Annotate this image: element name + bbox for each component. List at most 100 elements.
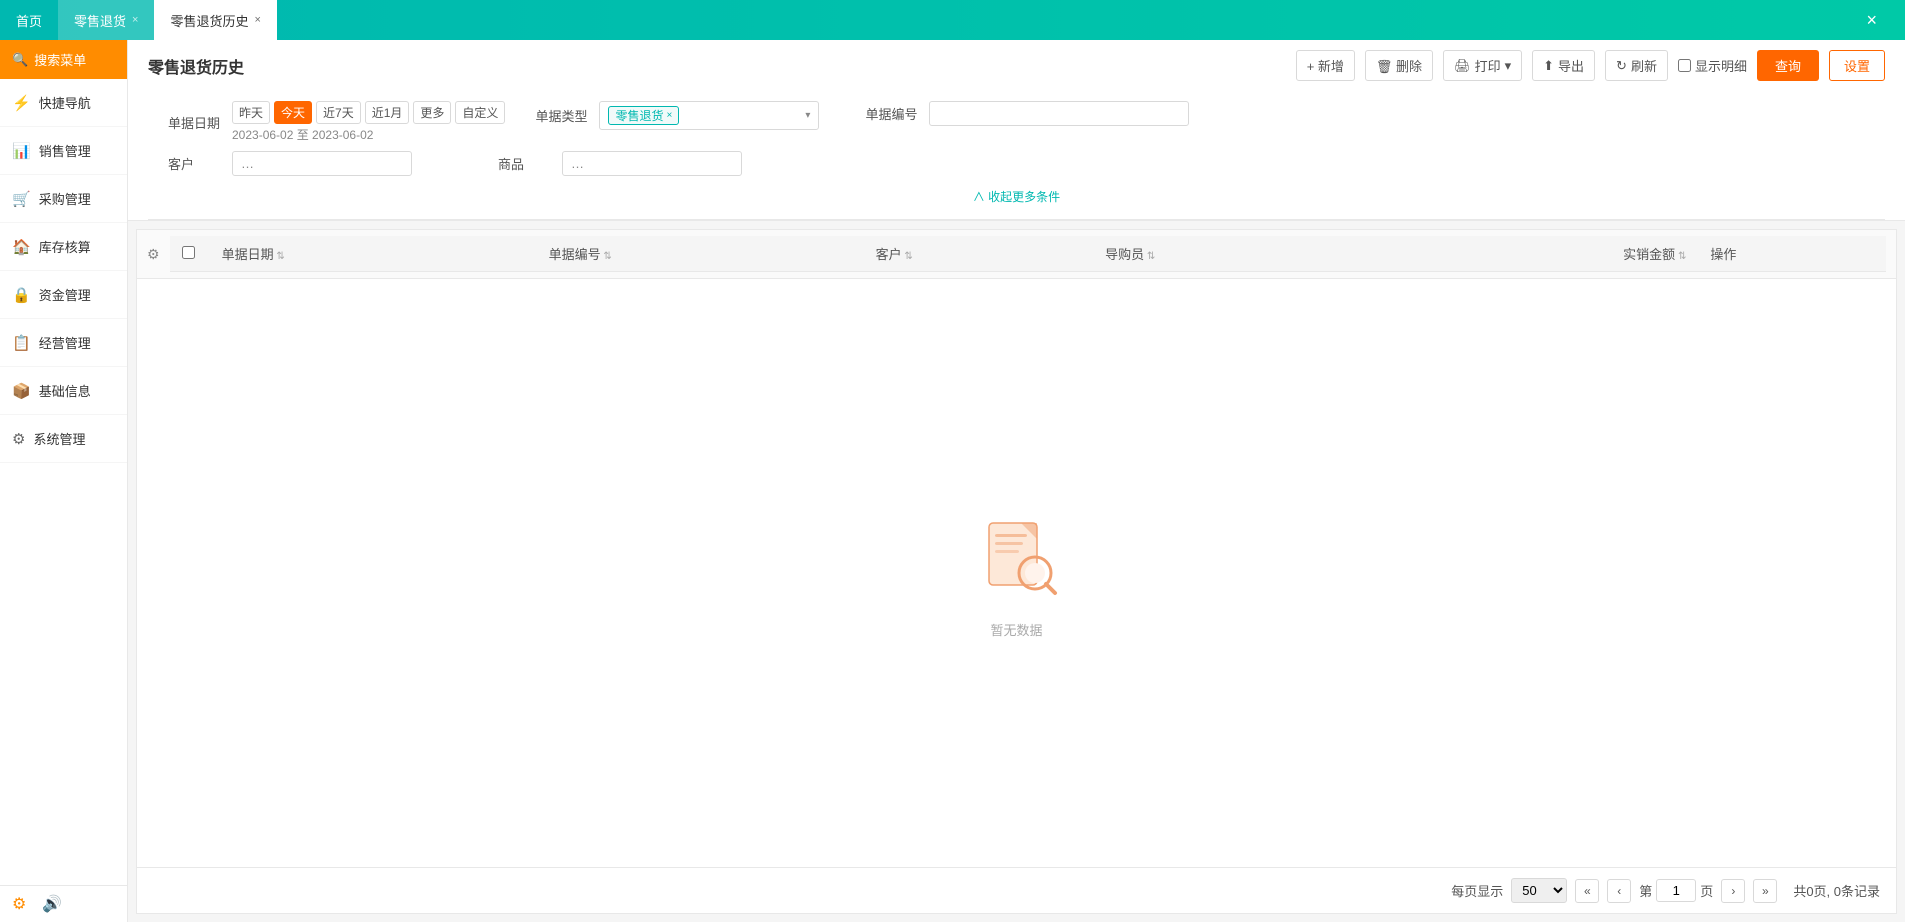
refresh-icon: ↻ bbox=[1616, 58, 1627, 74]
header-actions: + 新增 🗑 删除 🖨 打印 ▾ ⬆ 导出 ↻ 刷新 bbox=[1296, 50, 1885, 81]
table-container: ⚙ 单据日期 单据编号 客户 导购员 实销金额 操作 bbox=[136, 229, 1897, 914]
sidebar-item-operations[interactable]: 📋 经营管理 bbox=[0, 319, 127, 367]
new-button[interactable]: + 新增 bbox=[1296, 50, 1355, 81]
sidebar-item-base-info[interactable]: 📦 基础信息 bbox=[0, 367, 127, 415]
page-header: 零售退货历史 + 新增 🗑 删除 🖨 打印 ▾ ⬆ 导出 ↻ bbox=[128, 40, 1905, 221]
tab-retail-return[interactable]: 零售退货 × bbox=[58, 0, 154, 40]
doc-no-label: 单据编号 bbox=[865, 104, 921, 123]
th-doc-date[interactable]: 单据日期 bbox=[210, 236, 537, 272]
th-operation: 操作 bbox=[1698, 236, 1886, 272]
date-filter: 单据日期 昨天 今天 近7天 近1月 更多 自定义 2023-06-02 至 2… bbox=[168, 101, 505, 143]
goods-input[interactable]: … bbox=[562, 151, 742, 176]
doc-type-tag: 零售退货 × bbox=[608, 106, 679, 125]
th-checkbox bbox=[170, 236, 210, 272]
export-button[interactable]: ⬆ 导出 bbox=[1532, 50, 1595, 81]
print-button[interactable]: 🖨 打印 ▾ bbox=[1443, 50, 1522, 81]
per-page-select[interactable]: 20 50 100 bbox=[1511, 878, 1567, 903]
display-detail-toggle[interactable]: 显示明细 bbox=[1678, 56, 1747, 75]
sidebar-item-purchase-mgmt[interactable]: 🛒 采购管理 bbox=[0, 175, 127, 223]
date-btn-more[interactable]: 更多 bbox=[413, 101, 451, 124]
sidebar-bottom: ⚙ 🔊 bbox=[0, 885, 127, 922]
doc-no-filter: 单据编号 bbox=[865, 101, 1189, 126]
per-page-label: 每页显示 bbox=[1451, 881, 1503, 900]
sidebar-search[interactable]: 🔍 搜索菜单 bbox=[0, 40, 127, 79]
customer-filter: 客户 … bbox=[168, 151, 468, 176]
display-detail-checkbox[interactable] bbox=[1678, 59, 1691, 72]
sidebar-item-sys-mgmt[interactable]: ⚙ 系统管理 bbox=[0, 415, 127, 463]
empty-text: 暂无数据 bbox=[990, 620, 1042, 639]
finance-icon: 🔒 bbox=[12, 286, 31, 304]
th-actual-amount[interactable]: 实销金额 bbox=[1371, 236, 1698, 272]
data-table: 单据日期 单据编号 客户 导购员 实销金额 操作 bbox=[170, 236, 1886, 272]
doc-type-label: 单据类型 bbox=[535, 106, 591, 125]
date-btn-7days[interactable]: 近7天 bbox=[316, 101, 361, 124]
export-icon: ⬆ bbox=[1543, 58, 1554, 74]
empty-state: 暂无数据 bbox=[137, 279, 1896, 867]
next-page-btn[interactable]: › bbox=[1721, 879, 1745, 903]
prev-page-btn[interactable]: ‹ bbox=[1607, 879, 1631, 903]
main-layout: 🔍 搜索菜单 ⚡ 快捷导航 📊 销售管理 🛒 采购管理 🏠 库存核算 🔒 资金管… bbox=[0, 40, 1905, 922]
sidebar-item-quick-nav[interactable]: ⚡ 快捷导航 bbox=[0, 79, 127, 127]
sales-icon: 📊 bbox=[12, 142, 31, 160]
page-header-top: 零售退货历史 + 新增 🗑 删除 🖨 打印 ▾ ⬆ 导出 ↻ bbox=[148, 50, 1885, 91]
quick-nav-icon: ⚡ bbox=[12, 94, 31, 112]
date-btn-custom[interactable]: 自定义 bbox=[455, 101, 505, 124]
filter-row-1: 单据日期 昨天 今天 近7天 近1月 更多 自定义 2023-06-02 至 2… bbox=[168, 101, 1865, 143]
table-header-bar: ⚙ 单据日期 单据编号 客户 导购员 实销金额 操作 bbox=[137, 230, 1896, 279]
filter-area: 单据日期 昨天 今天 近7天 近1月 更多 自定义 2023-06-02 至 2… bbox=[148, 91, 1885, 220]
close-retail-return-history-tab[interactable]: × bbox=[254, 14, 260, 26]
inventory-icon: 🏠 bbox=[12, 238, 31, 256]
doc-type-filter: 单据类型 零售退货 × ▾ bbox=[535, 101, 835, 130]
volume-icon[interactable]: 🔊 bbox=[42, 894, 62, 914]
sys-icon: ⚙ bbox=[12, 430, 25, 448]
top-bar-right: × bbox=[1854, 10, 1905, 31]
doc-no-input[interactable] bbox=[929, 101, 1189, 126]
total-info: 共0页, 0条记录 bbox=[1793, 881, 1880, 900]
set-button[interactable]: 设置 bbox=[1829, 50, 1885, 81]
sidebar: 🔍 搜索菜单 ⚡ 快捷导航 📊 销售管理 🛒 采购管理 🏠 库存核算 🔒 资金管… bbox=[0, 40, 128, 922]
top-bar: 首页 零售退货 × 零售退货历史 × × bbox=[0, 0, 1905, 40]
first-page-btn[interactable]: « bbox=[1575, 879, 1599, 903]
date-filter-label: 单据日期 bbox=[168, 113, 224, 132]
pagination: 每页显示 20 50 100 « ‹ 第 页 › » 共0页, 0条记录 bbox=[137, 867, 1896, 913]
page-number-input[interactable] bbox=[1656, 879, 1696, 902]
tab-retail-return-history[interactable]: 零售退货历史 × bbox=[154, 0, 276, 40]
last-page-btn[interactable]: » bbox=[1753, 879, 1777, 903]
base-info-icon: 📦 bbox=[12, 382, 31, 400]
date-btn-1month[interactable]: 近1月 bbox=[365, 101, 410, 124]
th-customer[interactable]: 客户 bbox=[864, 236, 1094, 272]
table-settings-icon[interactable]: ⚙ bbox=[147, 246, 160, 263]
window-close-button[interactable]: × bbox=[1854, 10, 1889, 31]
date-btn-yesterday[interactable]: 昨天 bbox=[232, 101, 270, 124]
sidebar-item-inventory[interactable]: 🏠 库存核算 bbox=[0, 223, 127, 271]
date-btn-today[interactable]: 今天 bbox=[274, 101, 312, 124]
select-all-checkbox[interactable] bbox=[182, 246, 195, 259]
print-dropdown-icon: ▾ bbox=[1505, 58, 1512, 74]
date-buttons: 昨天 今天 近7天 近1月 更多 自定义 2023-06-02 至 2023-0… bbox=[232, 101, 505, 143]
empty-icon bbox=[967, 508, 1067, 608]
sidebar-item-sales-mgmt[interactable]: 📊 销售管理 bbox=[0, 127, 127, 175]
customer-input[interactable]: … bbox=[232, 151, 412, 176]
page-info: 第 页 bbox=[1639, 879, 1713, 902]
refresh-button[interactable]: ↻ 刷新 bbox=[1605, 50, 1668, 81]
filter-collapse-btn[interactable]: ∧ 收起更多条件 bbox=[168, 184, 1865, 209]
close-retail-return-tab[interactable]: × bbox=[132, 14, 138, 26]
settings-gear-icon[interactable]: ⚙ bbox=[12, 894, 26, 914]
query-button[interactable]: 查询 bbox=[1757, 50, 1819, 81]
page-title: 零售退货历史 bbox=[148, 54, 244, 78]
tab-list: 首页 零售退货 × 零售退货历史 × bbox=[0, 0, 1854, 40]
search-icon: 🔍 bbox=[12, 52, 28, 68]
doc-type-dropdown-icon: ▾ bbox=[805, 110, 810, 121]
delete-button[interactable]: 🗑 删除 bbox=[1365, 50, 1433, 81]
th-doc-no[interactable]: 单据编号 bbox=[537, 236, 864, 272]
customer-label: 客户 bbox=[168, 154, 224, 173]
date-range-display: 2023-06-02 至 2023-06-02 bbox=[232, 126, 505, 143]
goods-label: 商品 bbox=[498, 154, 554, 173]
sidebar-item-finance[interactable]: 🔒 资金管理 bbox=[0, 271, 127, 319]
doc-type-input[interactable]: 零售退货 × ▾ bbox=[599, 101, 819, 130]
goods-filter: 商品 … bbox=[498, 151, 798, 176]
table-header-row: 单据日期 单据编号 客户 导购员 实销金额 操作 bbox=[170, 236, 1886, 272]
tab-home[interactable]: 首页 bbox=[0, 0, 58, 40]
doc-type-tag-close[interactable]: × bbox=[666, 110, 672, 121]
th-guide[interactable]: 导购员 bbox=[1093, 236, 1371, 272]
